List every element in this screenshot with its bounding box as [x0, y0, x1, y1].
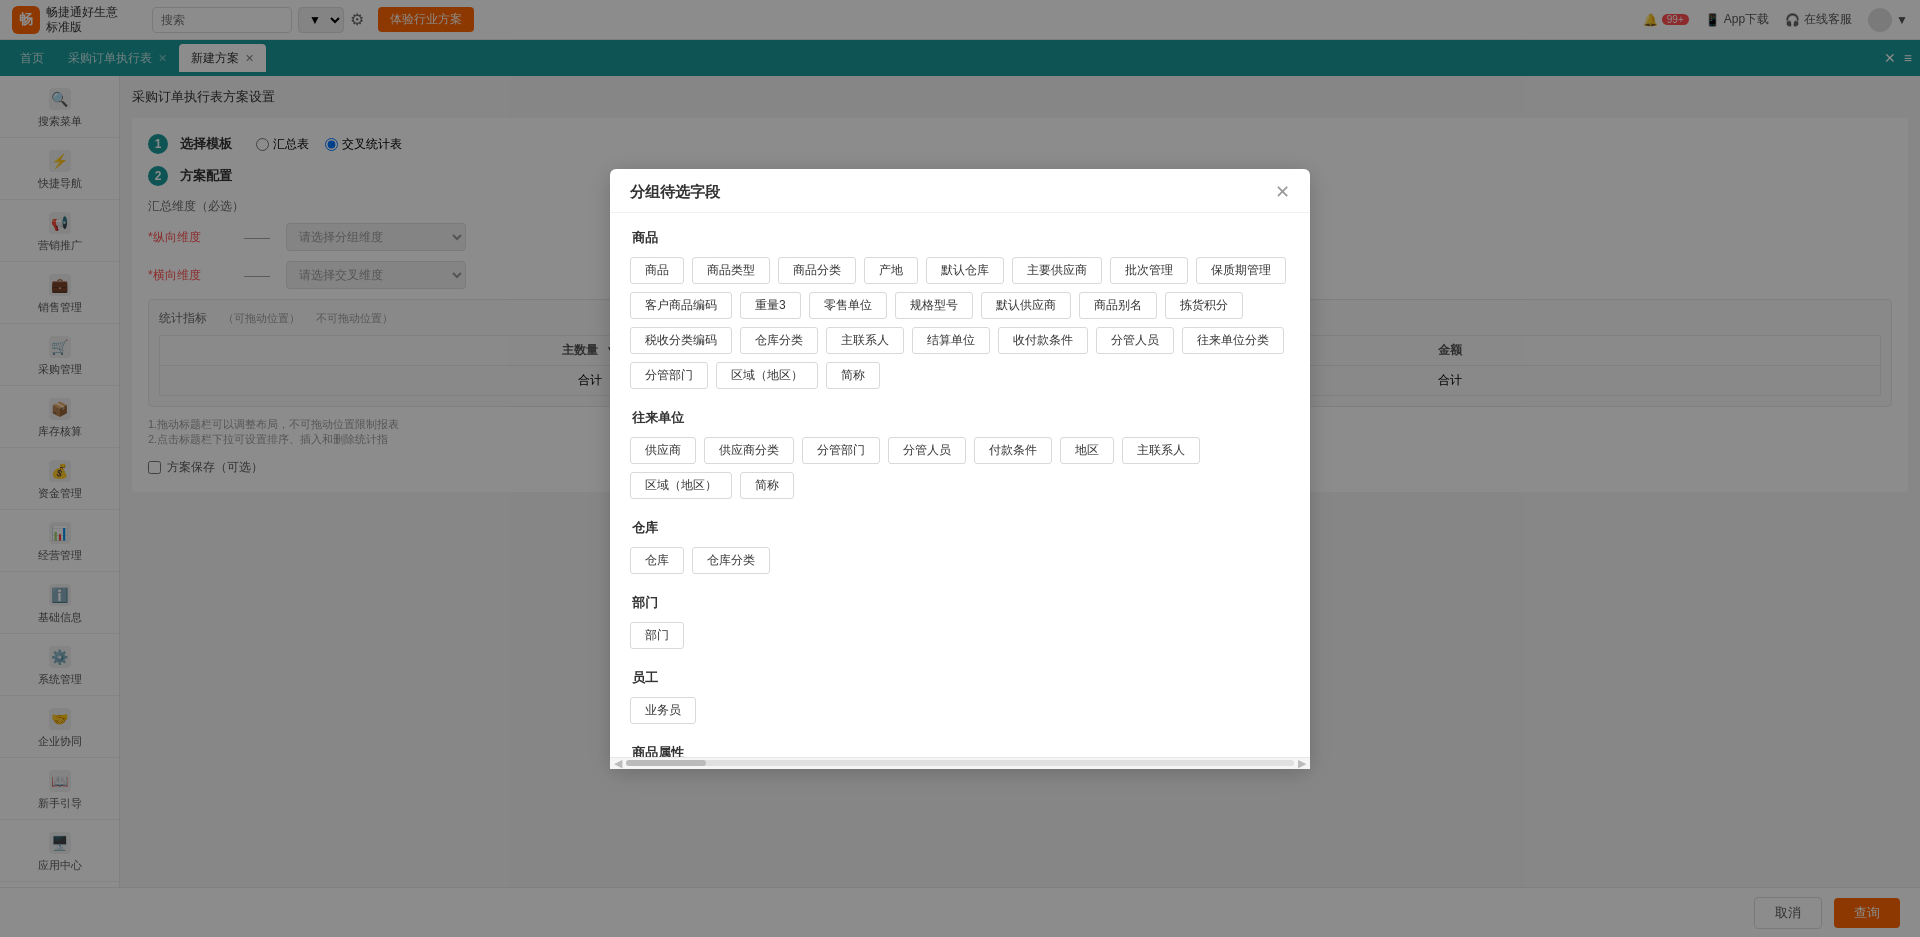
field-tag-batch[interactable]: 批次管理 [1110, 257, 1188, 284]
hscroll-left-arrow[interactable]: ◀ [614, 757, 622, 770]
hscroll-thumb[interactable] [626, 760, 706, 766]
section-goods-title: 商品 [630, 229, 1290, 247]
field-tag-region[interactable]: 区域（地区） [716, 362, 818, 389]
field-tag-partner-payment[interactable]: 付款条件 [974, 437, 1052, 464]
hscroll-right-arrow[interactable]: ▶ [1298, 757, 1306, 770]
modal: 分组待选字段 ✕ 商品 商品 商品类型 商品分类 产地 默认仓库 主要供应商 批… [610, 169, 1310, 769]
field-tag-area[interactable]: 地区 [1060, 437, 1114, 464]
modal-header: 分组待选字段 ✕ [610, 169, 1310, 213]
modal-close-button[interactable]: ✕ [1275, 183, 1290, 201]
field-tag-pick-points[interactable]: 拣货积分 [1165, 292, 1243, 319]
modal-hscroll: ◀ ▶ [610, 757, 1310, 769]
field-tags-department: 部门 [630, 622, 1290, 649]
field-tag-dept[interactable]: 分管部门 [630, 362, 708, 389]
field-tag-tax-code[interactable]: 税收分类编码 [630, 327, 732, 354]
field-tag-payment-terms[interactable]: 收付款条件 [998, 327, 1088, 354]
field-tag-goods-type[interactable]: 商品类型 [692, 257, 770, 284]
field-tag-employee[interactable]: 业务员 [630, 697, 696, 724]
field-tag-origin[interactable]: 产地 [864, 257, 918, 284]
field-tag-warehouse-category[interactable]: 仓库分类 [740, 327, 818, 354]
field-tag-default-warehouse[interactable]: 默认仓库 [926, 257, 1004, 284]
field-tag-supplier[interactable]: 供应商 [630, 437, 696, 464]
field-tag-retail-unit[interactable]: 零售单位 [809, 292, 887, 319]
field-tag-warehouse-cat[interactable]: 仓库分类 [692, 547, 770, 574]
section-employee-title: 员工 [630, 669, 1290, 687]
section-department-title: 部门 [630, 594, 1290, 612]
field-tag-warehouse[interactable]: 仓库 [630, 547, 684, 574]
field-tag-main-contact[interactable]: 主联系人 [826, 327, 904, 354]
modal-title: 分组待选字段 [630, 183, 720, 202]
field-tag-partner-category[interactable]: 往来单位分类 [1182, 327, 1284, 354]
field-tag-goods[interactable]: 商品 [630, 257, 684, 284]
field-tag-goods-category[interactable]: 商品分类 [778, 257, 856, 284]
field-tags-partner: 供应商 供应商分类 分管部门 分管人员 付款条件 地区 主联系人 区域（地区） … [630, 437, 1290, 499]
field-tag-weight[interactable]: 重量3 [740, 292, 801, 319]
hscroll-track [626, 760, 1294, 766]
section-goods: 商品 商品 商品类型 商品分类 产地 默认仓库 主要供应商 批次管理 保质期管理… [630, 229, 1290, 389]
field-tags-employee: 业务员 [630, 697, 1290, 724]
field-tag-partner-short[interactable]: 简称 [740, 472, 794, 499]
field-tag-main-supplier[interactable]: 主要供应商 [1012, 257, 1102, 284]
field-tag-default-supplier[interactable]: 默认供应商 [981, 292, 1071, 319]
field-tag-partner-supervisor[interactable]: 分管人员 [888, 437, 966, 464]
section-partner-title: 往来单位 [630, 409, 1290, 427]
field-tag-partner-dept[interactable]: 分管部门 [802, 437, 880, 464]
section-product-attr: 商品属性 属性 颜色 多规格 尺码 鞋码 1 [630, 744, 1290, 757]
section-warehouse-title: 仓库 [630, 519, 1290, 537]
field-tag-spec-model[interactable]: 规格型号 [895, 292, 973, 319]
section-employee: 员工 业务员 [630, 669, 1290, 724]
field-tag-settlement-unit[interactable]: 结算单位 [912, 327, 990, 354]
section-department: 部门 部门 [630, 594, 1290, 649]
field-tag-department[interactable]: 部门 [630, 622, 684, 649]
field-tag-partner-contact[interactable]: 主联系人 [1122, 437, 1200, 464]
field-tag-partner-region[interactable]: 区域（地区） [630, 472, 732, 499]
modal-body: 商品 商品 商品类型 商品分类 产地 默认仓库 主要供应商 批次管理 保质期管理… [610, 213, 1310, 757]
field-tag-customer-code[interactable]: 客户商品编码 [630, 292, 732, 319]
field-tag-goods-alias[interactable]: 商品别名 [1079, 292, 1157, 319]
field-tags-warehouse: 仓库 仓库分类 [630, 547, 1290, 574]
field-tag-supervisor[interactable]: 分管人员 [1096, 327, 1174, 354]
field-tag-short-name[interactable]: 简称 [826, 362, 880, 389]
field-tags-goods: 商品 商品类型 商品分类 产地 默认仓库 主要供应商 批次管理 保质期管理 客户… [630, 257, 1290, 389]
field-tag-supplier-category[interactable]: 供应商分类 [704, 437, 794, 464]
field-tag-expiry[interactable]: 保质期管理 [1196, 257, 1286, 284]
section-partner: 往来单位 供应商 供应商分类 分管部门 分管人员 付款条件 地区 主联系人 区域… [630, 409, 1290, 499]
section-product-attr-title: 商品属性 [630, 744, 1290, 757]
section-warehouse: 仓库 仓库 仓库分类 [630, 519, 1290, 574]
